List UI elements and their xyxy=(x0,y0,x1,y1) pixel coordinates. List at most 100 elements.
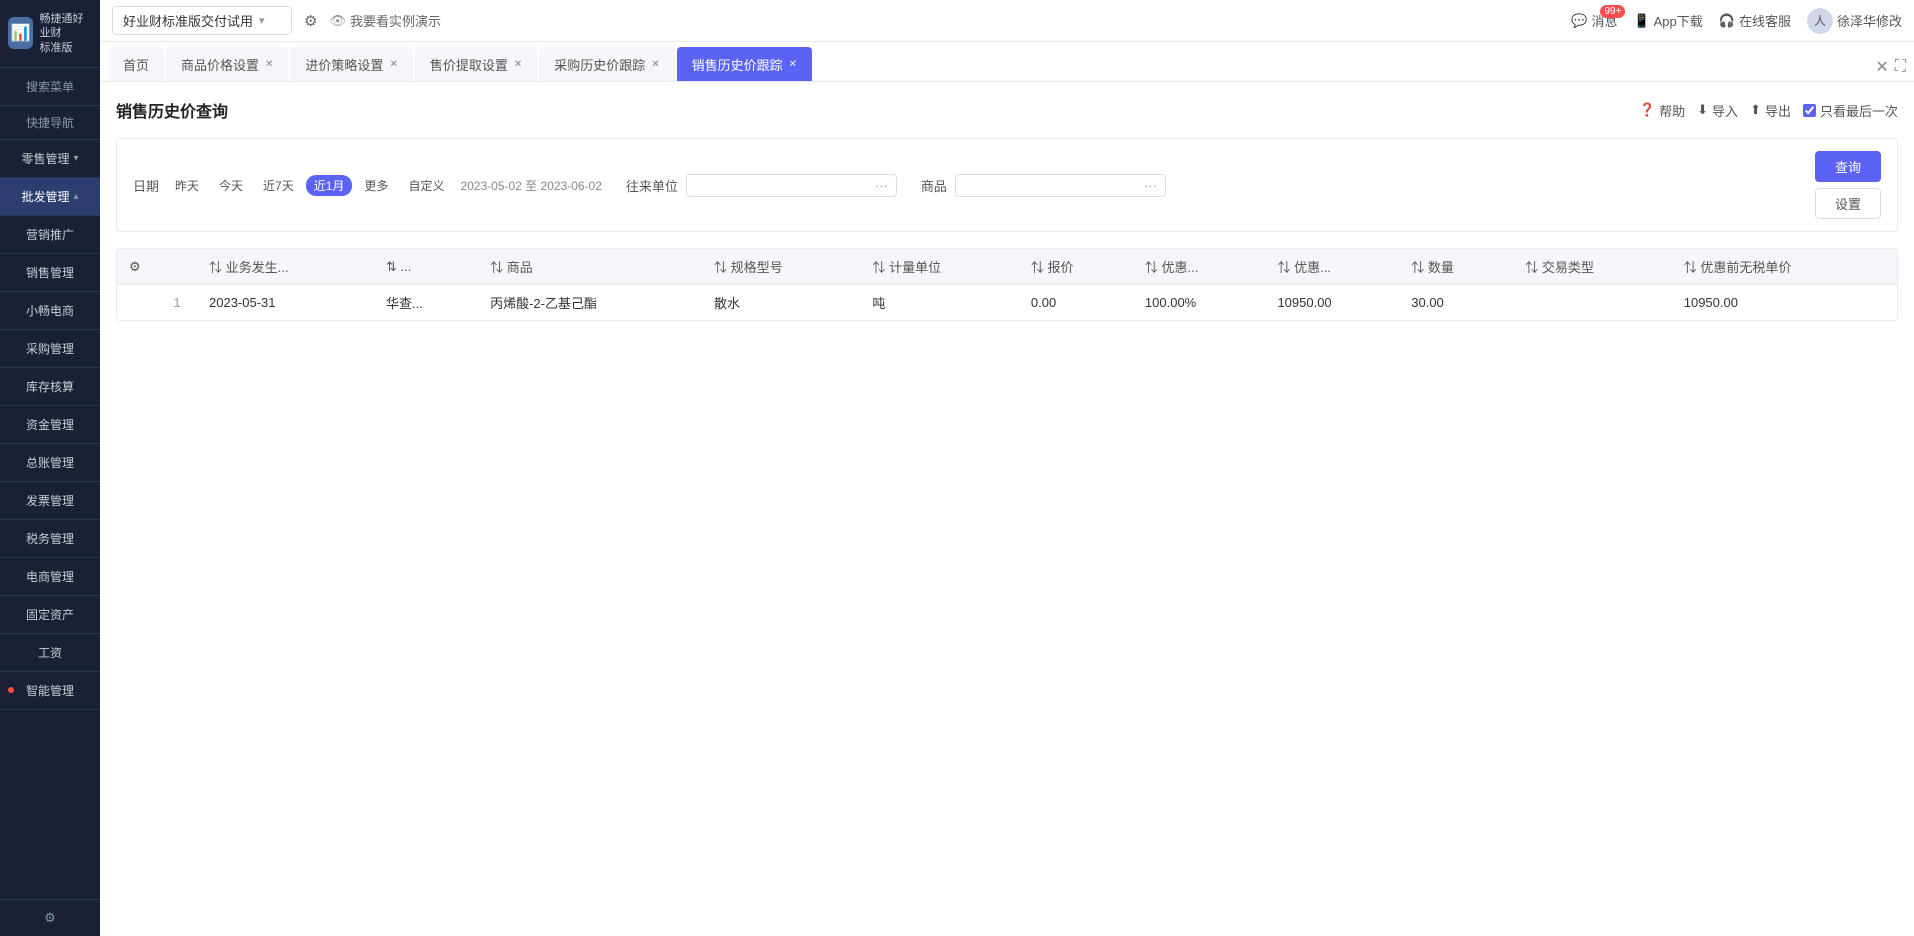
date-option-1month[interactable]: 近1月 xyxy=(306,175,353,196)
sidebar-item-finance[interactable]: 资金管理 xyxy=(0,406,100,444)
tab-maximize-icon[interactable]: ⛶ xyxy=(1895,58,1906,76)
filter-product-group: 商品 ··· xyxy=(921,174,1166,197)
source-unit-input[interactable] xyxy=(695,178,871,193)
demo-eye-icon: 👁 xyxy=(329,13,346,29)
row-settings-cell xyxy=(117,285,157,321)
tab-price-extract[interactable]: 售价提取设置 ✕ xyxy=(415,47,537,81)
col-header-pretax-price[interactable]: ⇅ 优惠前无税单价 xyxy=(1672,249,1897,285)
col-unit-sort-icon: ⇅ xyxy=(872,260,885,275)
settings-button[interactable]: 设置 xyxy=(1815,188,1881,219)
query-button[interactable]: 查询 xyxy=(1815,151,1881,182)
import-link[interactable]: ⬇ 导入 xyxy=(1697,101,1738,120)
date-option-more[interactable]: 更多 xyxy=(356,175,396,196)
sidebar: 📊 畅捷通好业财 标准版 搜索菜单 快捷导航 零售管理 ▾ 批发管理 ▴ 营销推… xyxy=(0,0,100,936)
export-icon: ⬆ xyxy=(1750,102,1761,118)
filter-product-label: 商品 xyxy=(921,176,947,195)
app-download-button[interactable]: 📱 App下载 xyxy=(1633,11,1702,30)
col-discount1-sort-icon: ⇅ xyxy=(1145,260,1158,275)
tab-sales-history[interactable]: 销售历史价跟踪 ✕ xyxy=(677,47,812,81)
col-header-product[interactable]: ⇅ 商品 xyxy=(478,249,702,285)
tab-close-price-extract-icon[interactable]: ✕ xyxy=(514,59,522,70)
row-discount1-cell: 100.00% xyxy=(1133,285,1266,321)
app-download-icon: 📱 xyxy=(1633,13,1649,29)
filter-date-label: 日期 xyxy=(133,176,159,195)
export-link[interactable]: ⬆ 导出 xyxy=(1750,101,1791,120)
product-input-wrap: ··· xyxy=(955,174,1166,197)
sidebar-item-assets[interactable]: 固定资产 xyxy=(0,596,100,634)
col-header-unit[interactable]: ⇅ 计量单位 xyxy=(860,249,1018,285)
product-input[interactable] xyxy=(964,178,1140,193)
tab-close-all-icon[interactable]: ✕ xyxy=(1875,57,1888,77)
tabs-bar: 首页 商品价格设置 ✕ 进价策略设置 ✕ 售价提取设置 ✕ 采购历史价跟踪 ✕ … xyxy=(100,42,1914,82)
tab-close-purchase-strategy-icon[interactable]: ✕ xyxy=(389,59,397,70)
message-button[interactable]: 💬 消息 99+ xyxy=(1571,11,1617,30)
tab-close-purchase-history-icon[interactable]: ✕ xyxy=(651,59,659,70)
col-spec-sort-icon: ⇅ xyxy=(714,260,727,275)
date-option-today[interactable]: 今天 xyxy=(211,175,251,196)
topbar-gear-icon[interactable]: ⚙ xyxy=(304,12,317,30)
row-transaction-type-cell xyxy=(1513,285,1671,321)
col-sort-asc-icon: ⇅ xyxy=(209,260,222,275)
sidebar-logo: 📊 畅捷通好业财 标准版 xyxy=(0,0,100,68)
tab-close-price-settings-icon[interactable]: ✕ xyxy=(265,59,273,70)
sidebar-settings-button[interactable]: ⚙ xyxy=(0,899,100,936)
date-option-yesterday[interactable]: 昨天 xyxy=(167,175,207,196)
date-option-custom[interactable]: 自定义 xyxy=(400,175,452,196)
col-header-spec[interactable]: ⇅ 规格型号 xyxy=(702,249,860,285)
workspace-selector[interactable]: 好业财标准版交付试用 ▾ xyxy=(112,6,292,35)
page-content: 销售历史价查询 ❓ 帮助 ⬇ 导入 ⬆ 导出 只看最后一次 xyxy=(100,82,1914,936)
sidebar-item-wholesale[interactable]: 批发管理 ▴ xyxy=(0,178,100,216)
tab-price-settings[interactable]: 商品价格设置 ✕ xyxy=(166,47,288,81)
date-options: 昨天 今天 近7天 近1月 更多 自定义 xyxy=(167,175,452,196)
only-last-checkbox-label[interactable]: 只看最后一次 xyxy=(1803,101,1898,120)
sidebar-item-purchase[interactable]: 采购管理 xyxy=(0,330,100,368)
demo-button[interactable]: 👁 我要看实例演示 xyxy=(329,11,441,30)
wholesale-arrow-icon: ▴ xyxy=(73,191,78,202)
date-option-7days[interactable]: 近7天 xyxy=(255,175,302,196)
topbar-right: 💬 消息 99+ 📱 App下载 🎧 在线客服 人 徐泽华修改 xyxy=(1571,8,1902,34)
col-header-settings[interactable]: ⚙ xyxy=(117,249,157,285)
only-last-checkbox[interactable] xyxy=(1803,104,1816,117)
settings-gear-icon: ⚙ xyxy=(44,910,56,925)
sidebar-item-tax[interactable]: 税务管理 xyxy=(0,520,100,558)
col-header-price[interactable]: ⇅ 报价 xyxy=(1019,249,1133,285)
col-header-discount2[interactable]: ⇅ 优惠... xyxy=(1265,249,1399,285)
avatar: 人 xyxy=(1807,8,1833,34)
tab-home[interactable]: 首页 xyxy=(108,47,164,81)
col-transaction-sort-icon: ⇅ xyxy=(1525,260,1538,275)
row-spec-cell: 散水 xyxy=(702,285,860,321)
tab-purchase-strategy[interactable]: 进价策略设置 ✕ xyxy=(290,47,412,81)
row-price-cell: 0.00 xyxy=(1019,285,1133,321)
filter-actions: 查询 设置 xyxy=(1815,151,1881,219)
sidebar-item-invoice[interactable]: 发票管理 xyxy=(0,482,100,520)
sidebar-item-marketing[interactable]: 营销推广 xyxy=(0,216,100,254)
sidebar-item-inventory[interactable]: 库存核算 xyxy=(0,368,100,406)
col-header-quantity[interactable]: ⇅ 数量 xyxy=(1399,249,1513,285)
help-link[interactable]: ❓ 帮助 xyxy=(1639,101,1685,120)
workspace-name: 好业财标准版交付试用 xyxy=(123,11,253,30)
source-unit-more-icon[interactable]: ··· xyxy=(875,178,888,193)
online-service-button[interactable]: 🎧 在线客服 xyxy=(1719,11,1791,30)
sidebar-search[interactable]: 搜索菜单 xyxy=(0,68,100,106)
sidebar-item-smart[interactable]: 智能管理 xyxy=(0,672,100,710)
tab-close-sales-history-icon[interactable]: ✕ xyxy=(789,59,797,70)
message-icon: 💬 xyxy=(1571,13,1587,29)
col-header-discount1[interactable]: ⇅ 优惠... xyxy=(1133,249,1266,285)
page-header: 销售历史价查询 ❓ 帮助 ⬇ 导入 ⬆ 导出 只看最后一次 xyxy=(116,98,1898,122)
col-header-business-date[interactable]: ⇅ 业务发生... xyxy=(197,249,374,285)
tab-purchase-history[interactable]: 采购历史价跟踪 ✕ xyxy=(539,47,674,81)
filter-source-unit-group: 往来单位 ··· xyxy=(626,174,897,197)
product-more-icon[interactable]: ··· xyxy=(1144,178,1157,193)
sidebar-item-ecommerce-small[interactable]: 小畅电商 xyxy=(0,292,100,330)
sidebar-item-salary[interactable]: 工资 xyxy=(0,634,100,672)
sidebar-item-ecommerce[interactable]: 电商管理 xyxy=(0,558,100,596)
col-header-more[interactable]: ⇅ ... xyxy=(374,249,478,285)
sidebar-item-account[interactable]: 总账管理 xyxy=(0,444,100,482)
sidebar-item-retail[interactable]: 零售管理 ▾ xyxy=(0,140,100,178)
sidebar-quick-nav[interactable]: 快捷导航 xyxy=(0,106,100,140)
col-product-sort-icon: ⇅ xyxy=(490,260,503,275)
sidebar-item-sales[interactable]: 销售管理 xyxy=(0,254,100,292)
user-profile[interactable]: 人 徐泽华修改 xyxy=(1807,8,1902,34)
tabs-controls: ✕ ⛶ xyxy=(1875,57,1906,81)
col-header-transaction-type[interactable]: ⇅ 交易类型 xyxy=(1513,249,1671,285)
